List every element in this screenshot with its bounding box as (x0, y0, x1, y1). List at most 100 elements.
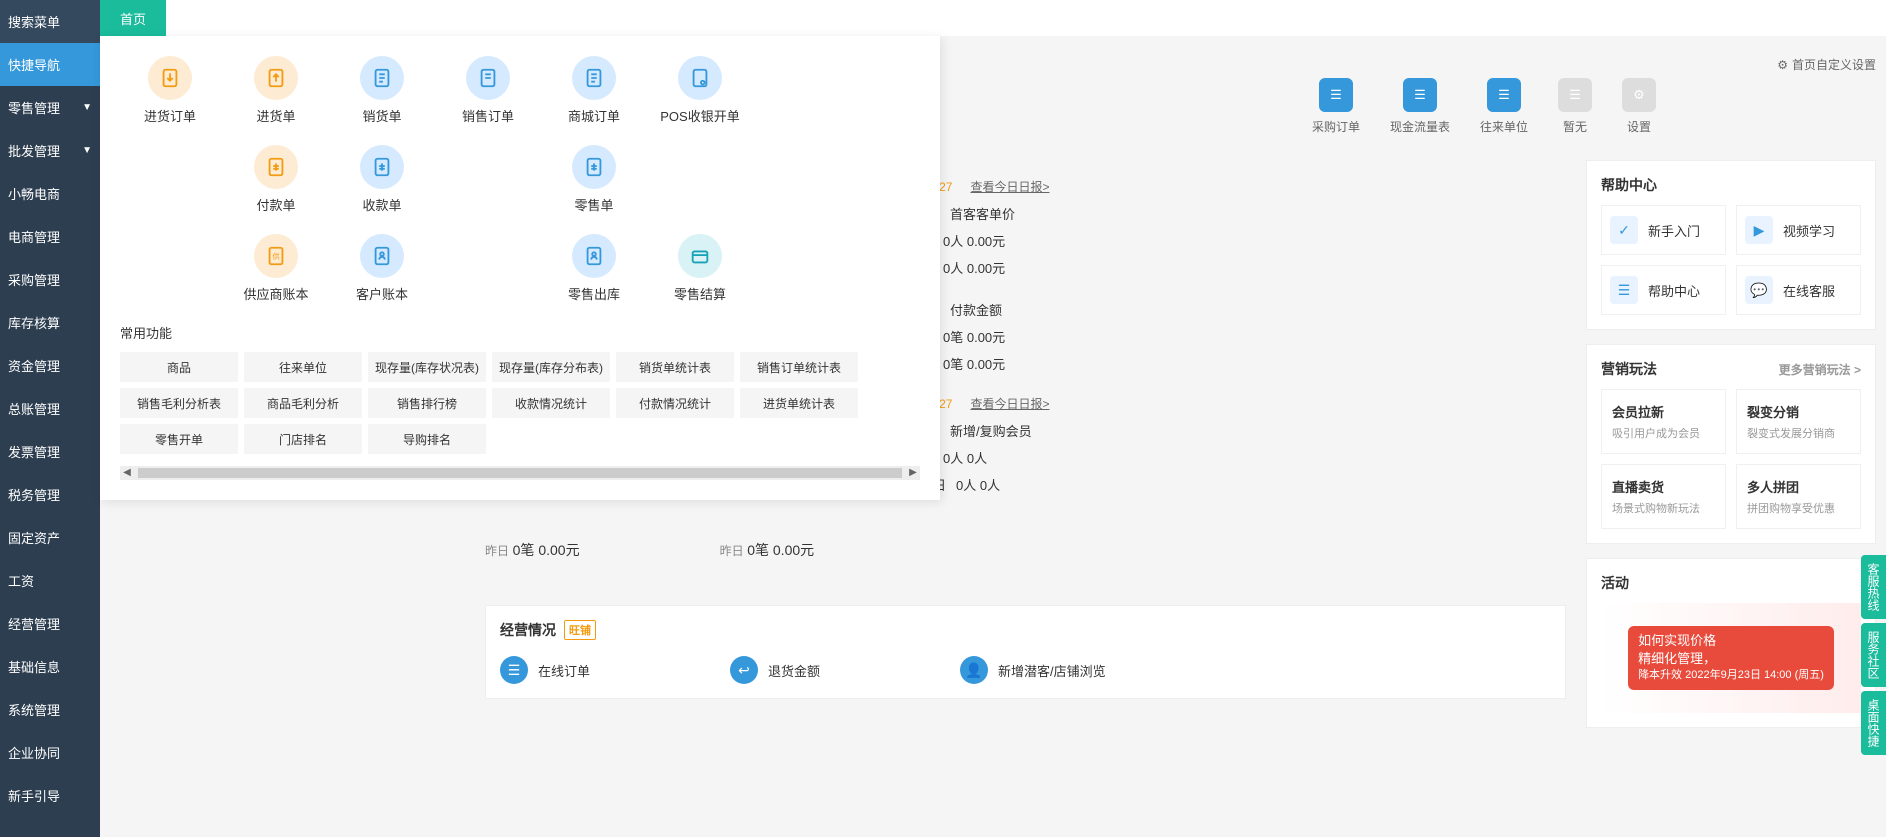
scroll-left-icon[interactable]: ◀ (120, 466, 134, 480)
func-button[interactable]: 销货单统计表 (616, 352, 734, 382)
sidebar-item[interactable]: 系统管理 (0, 688, 100, 731)
flow-retail-bill[interactable]: 零售单 (544, 145, 644, 214)
list-icon (572, 56, 616, 100)
metric-value: 0笔 0.00元 (943, 354, 1005, 373)
market-fission[interactable]: 裂变分销裂变式发展分销商 (1736, 389, 1861, 454)
svg-text:供: 供 (272, 252, 280, 261)
flow-retail-settle[interactable]: 零售结算 (650, 234, 750, 303)
market-title: 直播卖货 (1612, 477, 1715, 496)
sidebar-item[interactable]: 总账管理 (0, 387, 100, 430)
flow-sales-bill[interactable]: 销货单 (332, 56, 432, 125)
metric-value: 0人 0人 (943, 448, 987, 467)
sidebar-item-label: 发票管理 (8, 442, 60, 461)
func-button[interactable]: 门店排名 (244, 424, 362, 454)
func-button[interactable]: 往来单位 (244, 352, 362, 382)
activity-banner[interactable]: 如何实现价格 精细化管理， 降本升效 2022年9月23日 14:00 (周五) (1601, 603, 1861, 713)
sidebar-item-quicknav[interactable]: 快捷导航 (0, 43, 100, 86)
sidebar-item-label: 快捷导航 (8, 55, 60, 74)
func-button[interactable]: 现存量(库存状况表) (368, 352, 486, 382)
func-button[interactable]: 付款情况统计 (616, 388, 734, 418)
daily-report-link[interactable]: 查看今日日报> (970, 395, 1049, 412)
help-center[interactable]: ☰帮助中心 (1601, 265, 1726, 315)
flow-purchase-order[interactable]: 进货订单 (120, 56, 220, 125)
sidebar-item[interactable]: 库存核算 (0, 301, 100, 344)
func-button[interactable]: 现存量(库存分布表) (492, 352, 610, 382)
daily-report-link[interactable]: 查看今日日报> (970, 178, 1049, 195)
func-button[interactable]: 销售订单统计表 (740, 352, 858, 382)
func-button[interactable]: 导购排名 (368, 424, 486, 454)
flow-supplier-ledger[interactable]: 供供应商账本 (226, 234, 326, 303)
settlement-icon (678, 234, 722, 278)
market-live[interactable]: 直播卖货场景式购物新玩法 (1601, 464, 1726, 529)
flow-payment[interactable]: 付款单 (226, 145, 326, 214)
calendar-icon: ☰ (1319, 78, 1353, 112)
sidebar-item-label: 批发管理 (8, 141, 60, 160)
sidebar-item[interactable]: 资金管理 (0, 344, 100, 387)
sidebar-item[interactable]: 电商管理 (0, 215, 100, 258)
tab-home[interactable]: 首页 (100, 0, 166, 36)
sidebar-item[interactable]: 税务管理 (0, 473, 100, 516)
func-button[interactable]: 商品毛利分析 (244, 388, 362, 418)
sidebar-item[interactable]: 小畅电商 (0, 172, 100, 215)
sidebar-item[interactable]: 经营管理 (0, 602, 100, 645)
side-tab-label: 桌面快捷 (1866, 699, 1880, 747)
sidebar-item[interactable]: 新手引导 (0, 774, 100, 817)
horizontal-scrollbar[interactable]: ◀ ▶ (120, 466, 920, 480)
flow-receipt[interactable]: 收款单 (332, 145, 432, 214)
more-link[interactable]: 更多营销玩法 > (1779, 361, 1861, 378)
sidebar-search[interactable]: 搜索菜单 (0, 0, 100, 43)
side-tab-community[interactable]: 服务社区 (1861, 623, 1886, 687)
flow-customer-ledger[interactable]: 客户账本 (332, 234, 432, 303)
sidebar-item[interactable]: 工资 (0, 559, 100, 602)
day-prefix: 昨日 (485, 544, 509, 558)
card-title: 帮助中心 (1601, 175, 1657, 195)
scroll-thumb[interactable] (138, 468, 902, 478)
help-video[interactable]: ▶视频学习 (1736, 205, 1861, 255)
common-funcs-title: 常用功能 (120, 323, 920, 342)
shortcut-contacts[interactable]: ☰往来单位 (1480, 78, 1528, 135)
side-tab-desktop[interactable]: 桌面快捷 (1861, 691, 1886, 755)
sidebar-item[interactable]: 固定资产 (0, 516, 100, 559)
scroll-right-icon[interactable]: ▶ (906, 466, 920, 480)
func-button[interactable]: 销售排行榜 (368, 388, 486, 418)
shortcut-purchase-order[interactable]: ☰ 采购订单 (1312, 78, 1360, 135)
func-button[interactable]: 商品 (120, 352, 238, 382)
sidebar-item[interactable]: 发票管理 (0, 430, 100, 473)
func-button[interactable]: 收款情况统计 (492, 388, 610, 418)
shortcut-label: 暂无 (1563, 118, 1587, 135)
market-member[interactable]: 会员拉新吸引用户成为会员 (1601, 389, 1726, 454)
flow-sales-order[interactable]: 销售订单 (438, 56, 538, 125)
sidebar-item-wholesale[interactable]: 批发管理 ▼ (0, 129, 100, 172)
shortcut-label: 采购订单 (1312, 118, 1360, 135)
market-group[interactable]: 多人拼团拼团购物享受优惠 (1736, 464, 1861, 529)
side-tab-label: 服务社区 (1866, 631, 1880, 679)
help-newbie[interactable]: ✓新手入门 (1601, 205, 1726, 255)
biz-refund[interactable]: ↩退货金额 (730, 656, 820, 684)
sidebar-item-label: 经营管理 (8, 614, 60, 633)
help-online[interactable]: 💬在线客服 (1736, 265, 1861, 315)
flow-retail-out[interactable]: 零售出库 (544, 234, 644, 303)
func-button[interactable]: 销售毛利分析表 (120, 388, 238, 418)
biz-online-orders[interactable]: ☰在线订单 (500, 656, 590, 684)
flow-mall-order[interactable]: 商城订单 (544, 56, 644, 125)
market-sub: 裂变式发展分销商 (1747, 425, 1850, 441)
side-tab-hotline[interactable]: 客服热线 (1861, 555, 1886, 619)
sidebar-item[interactable]: 企业协同 (0, 731, 100, 774)
quicknav-flyout: 进货订单 进货单 销货单 销售订单 商城订单 POS收银开单 付款单 收款单 零… (100, 36, 940, 500)
flow-pos[interactable]: POS收银开单 (650, 56, 750, 125)
func-button[interactable]: 零售开单 (120, 424, 238, 454)
func-button[interactable]: 进货单统计表 (740, 388, 858, 418)
metric-label: 首客客单价 (950, 204, 1015, 223)
market-sub: 吸引用户成为会员 (1612, 425, 1715, 441)
list-icon (360, 56, 404, 100)
flow-label: 商城订单 (568, 106, 620, 125)
sidebar-item[interactable]: 基础信息 (0, 645, 100, 688)
biz-newleads[interactable]: 👤新增潜客/店铺浏览 (960, 656, 1106, 684)
sidebar-item-retail[interactable]: 零售管理 ▼ (0, 86, 100, 129)
shortcut-cashflow[interactable]: ☰现金流量表 (1390, 78, 1450, 135)
sidebar-item[interactable]: 采购管理 (0, 258, 100, 301)
flow-purchase-bill[interactable]: 进货单 (226, 56, 326, 125)
help-label: 视频学习 (1783, 221, 1835, 240)
shortcut-label: 现金流量表 (1390, 118, 1450, 135)
banner-date: 2022年9月23日 14:00 (周五) (1685, 669, 1824, 681)
